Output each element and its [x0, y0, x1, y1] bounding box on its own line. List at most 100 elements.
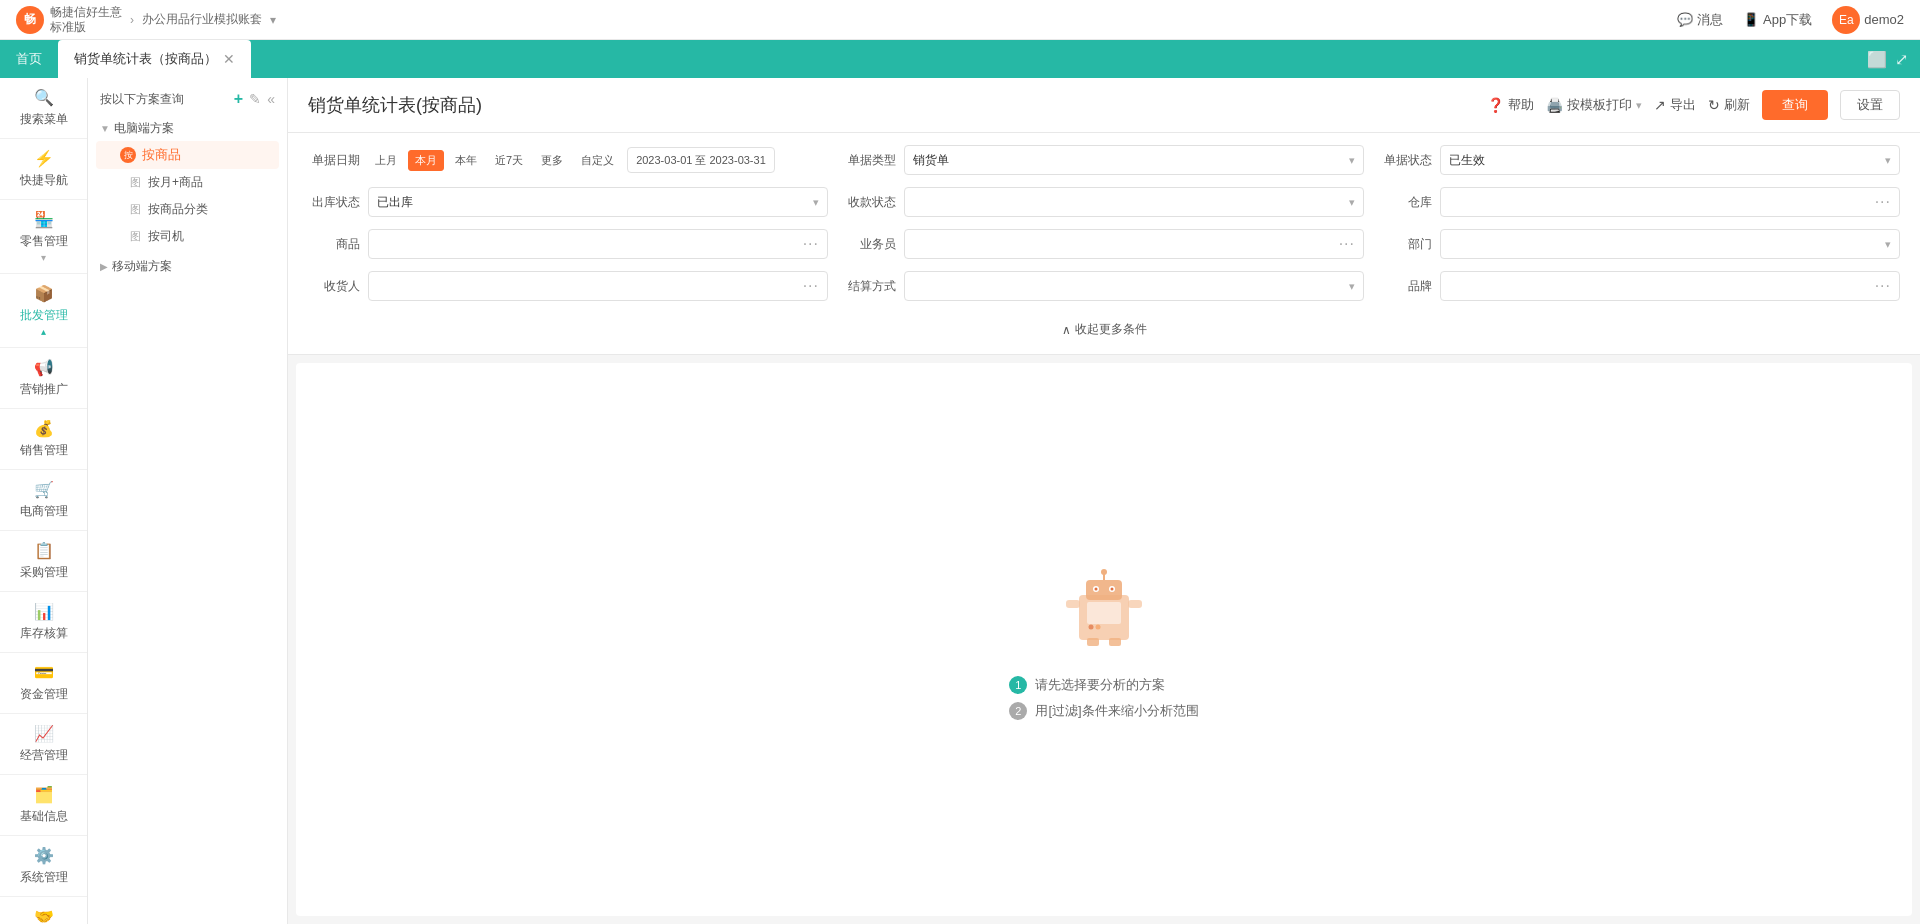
logo-area: 畅 畅捷信好生意 标准版: [16, 5, 122, 34]
print-btn[interactable]: 🖨️ 按模板打印 ▾: [1546, 96, 1642, 114]
page-title: 销货单统计表(按商品): [308, 93, 482, 129]
sidebar-item-quick-nav[interactable]: ⚡ 快捷导航: [0, 139, 87, 200]
collapse-panel-btn[interactable]: «: [267, 91, 275, 107]
collapse-btn[interactable]: ∧ 收起更多条件: [1050, 317, 1159, 342]
receipt-status-label: 收款状态: [844, 194, 896, 211]
scheme-by-category[interactable]: 图 按商品分类: [96, 196, 279, 223]
quick-nav-icon: ⚡: [34, 149, 54, 168]
salesperson-control[interactable]: ···: [904, 229, 1364, 259]
tip-text-1: 请先选择要分析的方案: [1035, 676, 1165, 694]
query-btn[interactable]: 查询: [1762, 90, 1828, 120]
sidebar-item-inventory[interactable]: 📊 库存核算: [0, 592, 87, 653]
svg-rect-13: [1066, 600, 1080, 608]
product-control[interactable]: ···: [368, 229, 828, 259]
date-btn-this-month[interactable]: 本月: [408, 150, 444, 171]
scheme-by-category-label: 按商品分类: [148, 201, 208, 218]
sidebar-item-finance[interactable]: 💳 资金管理: [0, 653, 87, 714]
doc-status-chevron: ▾: [1885, 154, 1891, 167]
department-label: 部门: [1380, 236, 1432, 253]
tab-expand-btn[interactable]: ⤢: [1895, 50, 1908, 69]
settlement-control[interactable]: ▾: [904, 271, 1364, 301]
svg-rect-12: [1109, 638, 1121, 646]
product-dots[interactable]: ···: [803, 235, 819, 253]
export-btn[interactable]: ↗ 导出: [1654, 96, 1696, 114]
content-area: 按以下方案查询 + ✎ « ▼ 电脑端方案 按 按商品 图: [88, 78, 1920, 924]
sales-label: 销售管理: [20, 442, 68, 459]
refresh-btn[interactable]: ↻ 刷新: [1708, 96, 1750, 114]
recipient-dots[interactable]: ···: [803, 277, 819, 295]
svg-point-10: [1096, 624, 1101, 629]
scheme-by-product[interactable]: 按 按商品: [96, 141, 279, 169]
tab-close-btn[interactable]: ✕: [223, 52, 235, 66]
sidebar-item-system[interactable]: ⚙️ 系统管理: [0, 836, 87, 897]
sidebar-item-ecommerce[interactable]: 🛒 电商管理: [0, 470, 87, 531]
search-menu-label: 搜索菜单: [20, 111, 68, 128]
sidebar-item-purchase[interactable]: 📋 采购管理: [0, 531, 87, 592]
warehouse-control[interactable]: ···: [1440, 187, 1900, 217]
edit-scheme-btn[interactable]: ✎: [249, 91, 261, 107]
sidebar-item-sales[interactable]: 💰 销售管理: [0, 409, 87, 470]
app-download-btn[interactable]: 📱 App下载: [1743, 11, 1812, 29]
mobile-group-header[interactable]: ▶ 移动端方案: [88, 254, 287, 279]
date-btn-more[interactable]: 更多: [534, 150, 570, 171]
collapse-row: ∧ 收起更多条件: [308, 313, 1900, 342]
sidebar-item-marketing[interactable]: 📢 营销推广: [0, 348, 87, 409]
scheme-by-month-product-label: 按月+商品: [148, 174, 203, 191]
sidebar-item-enterprise[interactable]: 🤝 企业协同: [0, 897, 87, 924]
date-range-display[interactable]: 2023-03-01 至 2023-03-31: [627, 147, 775, 173]
svg-point-9: [1089, 624, 1094, 629]
empty-state: 1 请先选择要分析的方案 2 用[过滤]条件来缩小分析范围: [296, 363, 1912, 916]
brand-control[interactable]: ···: [1440, 271, 1900, 301]
date-filter: 上月 本月 本年 近7天 更多 自定义 2023-03-01 至 2023-03…: [368, 145, 828, 175]
department-control[interactable]: ▾: [1440, 229, 1900, 259]
sidebar-item-basic[interactable]: 🗂️ 基础信息: [0, 775, 87, 836]
out-status-control[interactable]: 已出库 ▾: [368, 187, 828, 217]
sidebar-item-operation[interactable]: 📈 经营管理: [0, 714, 87, 775]
out-status-value: 已出库: [377, 194, 413, 211]
receipt-status-control[interactable]: ▾: [904, 187, 1364, 217]
messages-btn[interactable]: 💬 消息: [1677, 11, 1723, 29]
warehouse-label: 仓库: [1380, 194, 1432, 211]
print-icon: 🖨️: [1546, 97, 1563, 113]
date-btn-7days[interactable]: 近7天: [488, 150, 530, 171]
sidebar-item-wholesale[interactable]: 📦 批发管理 ▴: [0, 274, 87, 348]
main-layout: 🔍 搜索菜单 ⚡ 快捷导航 🏪 零售管理 ▾ 📦 批发管理 ▴ 📢 营销推广 💰…: [0, 78, 1920, 924]
print-dropdown-arrow[interactable]: ▾: [1636, 99, 1642, 112]
recipient-control[interactable]: ···: [368, 271, 828, 301]
doc-type-control[interactable]: 销货单 ▾: [904, 145, 1364, 175]
user-btn[interactable]: Ea demo2: [1832, 6, 1904, 34]
filter-row-3: 商品 ··· 业务员 ··· 部门: [308, 229, 1900, 259]
dropdown-arrow[interactable]: ▾: [270, 13, 276, 27]
doc-type-value: 销货单: [913, 152, 949, 169]
date-btn-last-month[interactable]: 上月: [368, 150, 404, 171]
scheme-by-month-product[interactable]: 图 按月+商品: [96, 169, 279, 196]
refresh-icon: ↻: [1708, 97, 1720, 113]
breadcrumb: 办公用品行业模拟账套: [142, 11, 262, 28]
warehouse-dots[interactable]: ···: [1875, 193, 1891, 211]
tab-home[interactable]: 首页: [0, 40, 58, 78]
empty-illustration: [1054, 560, 1154, 660]
brand-dots[interactable]: ···: [1875, 277, 1891, 295]
add-scheme-btn[interactable]: +: [234, 90, 243, 108]
sidebar-item-search-menu[interactable]: 🔍 搜索菜单: [0, 78, 87, 139]
settings-btn[interactable]: 设置: [1840, 90, 1900, 120]
pc-group-header[interactable]: ▼ 电脑端方案: [96, 116, 279, 141]
tab-report-label: 销货单统计表（按商品）: [74, 50, 217, 68]
sidebar-item-retail[interactable]: 🏪 零售管理 ▾: [0, 200, 87, 274]
tip-text-2: 用[过滤]条件来缩小分析范围: [1035, 702, 1198, 720]
tab-report[interactable]: 销货单统计表（按商品） ✕: [58, 40, 251, 78]
scheme-by-cashier[interactable]: 图 按司机: [96, 223, 279, 250]
help-btn[interactable]: ❓ 帮助: [1487, 96, 1534, 114]
tab-minimize-btn[interactable]: ⬜: [1867, 50, 1887, 69]
receipt-status-chevron: ▾: [1349, 196, 1355, 209]
operation-icon: 📈: [34, 724, 54, 743]
avatar-text: Ea: [1839, 13, 1854, 27]
date-btn-custom[interactable]: 自定义: [574, 150, 621, 171]
date-btn-this-year[interactable]: 本年: [448, 150, 484, 171]
svg-point-7: [1101, 569, 1107, 575]
tip-num-1: 1: [1009, 676, 1027, 694]
collapse-arrow-icon: ∧: [1062, 323, 1071, 337]
pc-group-arrow: ▼: [100, 123, 110, 134]
doc-status-control[interactable]: 已生效 ▾: [1440, 145, 1900, 175]
salesperson-dots[interactable]: ···: [1339, 235, 1355, 253]
